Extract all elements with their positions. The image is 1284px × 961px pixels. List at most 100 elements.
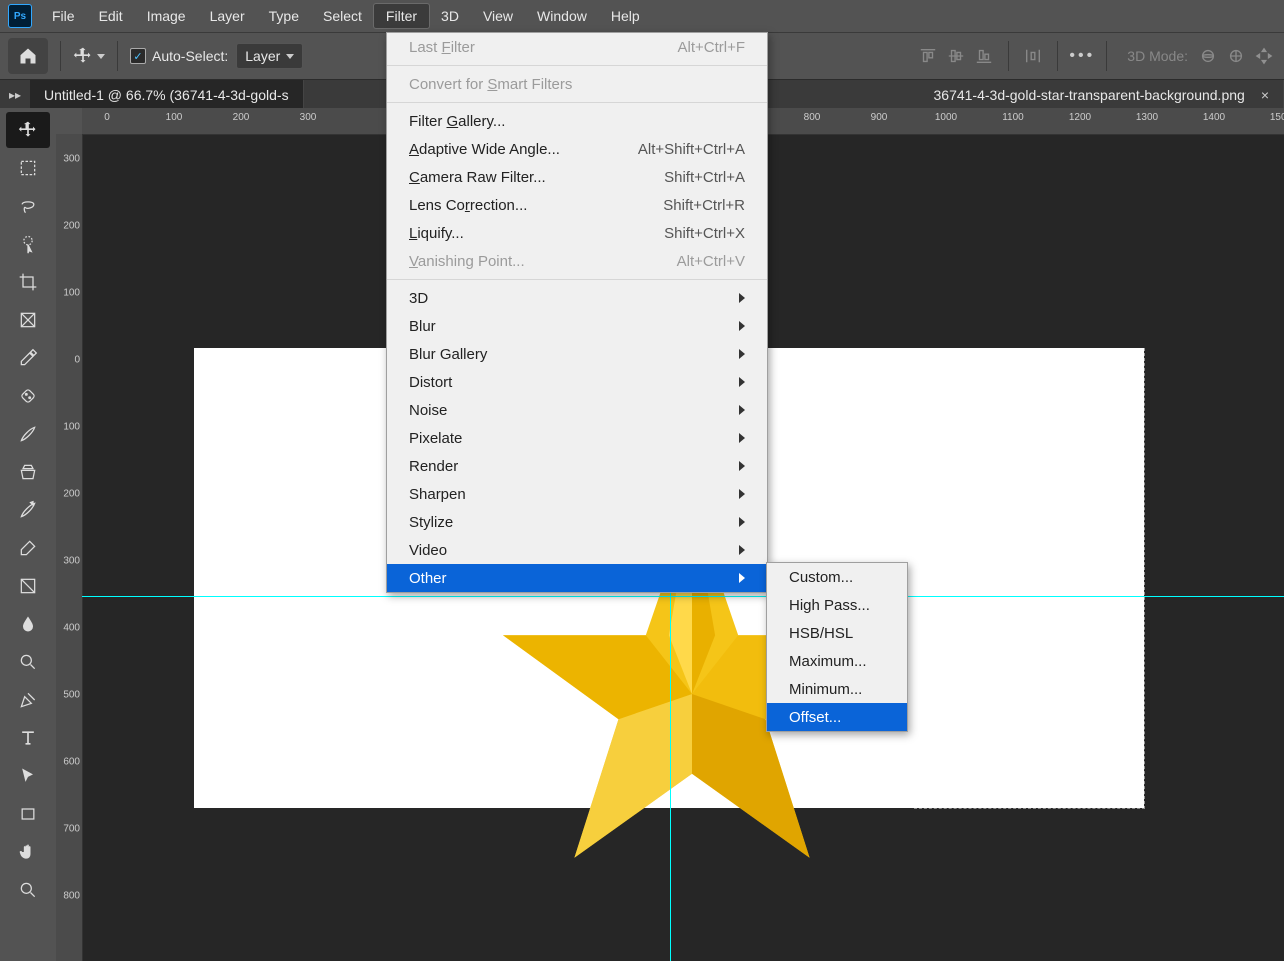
menu-help[interactable]: Help	[599, 4, 652, 28]
menu-image[interactable]: Image	[135, 4, 198, 28]
menu-3d[interactable]: 3D	[429, 4, 471, 28]
menu-item-other[interactable]: Other	[387, 564, 767, 592]
ruler-tick: 200	[58, 489, 82, 500]
menu-window[interactable]: Window	[525, 4, 599, 28]
menu-item-last-filter[interactable]: Last Filter Alt+Ctrl+F	[387, 33, 767, 61]
crop-tool[interactable]	[6, 264, 50, 300]
clone-stamp-tool[interactable]	[6, 454, 50, 490]
ruler-vertical[interactable]: 300 200 100 0 100 200 300 400 500 600 70…	[56, 134, 83, 961]
menu-item-stylize[interactable]: Stylize	[387, 508, 767, 536]
chevron-down-icon	[97, 54, 105, 59]
ruler-tick: 200	[58, 221, 82, 232]
menu-item-filter-gallery[interactable]: Filter Gallery...	[387, 107, 767, 135]
tab-label: 36741-4-3d-gold-star-transparent-backgro…	[934, 87, 1245, 103]
menu-item-convert-smart[interactable]: Convert for Smart Filters	[387, 70, 767, 98]
eraser-tool[interactable]	[6, 530, 50, 566]
menu-file[interactable]: File	[40, 4, 87, 28]
hand-tool[interactable]	[6, 834, 50, 870]
menu-item-noise[interactable]: Noise	[387, 396, 767, 424]
separator	[1106, 41, 1107, 71]
menu-item-blur-gallery[interactable]: Blur Gallery	[387, 340, 767, 368]
menu-item-adaptive-wide-angle[interactable]: Adaptive Wide Angle... Alt+Shift+Ctrl+A	[387, 135, 767, 163]
gradient-tool[interactable]	[6, 568, 50, 604]
menu-item-label: Convert for Smart Filters	[409, 76, 572, 93]
ps-logo-icon: Ps	[8, 4, 32, 28]
menu-item-shortcut: Alt+Shift+Ctrl+A	[608, 141, 745, 158]
menu-item-distort[interactable]: Distort	[387, 368, 767, 396]
distribute-buttons-group	[1021, 45, 1045, 67]
submenu-arrow-icon	[739, 461, 745, 471]
menu-item-maximum[interactable]: Maximum...	[767, 647, 907, 675]
menu-view[interactable]: View	[471, 4, 525, 28]
more-options-button[interactable]: •••	[1070, 45, 1094, 67]
menu-item-3d[interactable]: 3D	[387, 284, 767, 312]
menu-item-hsb-hsl[interactable]: HSB/HSL	[767, 619, 907, 647]
rectangle-tool[interactable]	[6, 796, 50, 832]
ruler-tick: 300	[58, 556, 82, 567]
align-top-button[interactable]	[916, 45, 940, 67]
menu-edit[interactable]: Edit	[87, 4, 135, 28]
auto-select-label: Auto-Select:	[152, 48, 228, 64]
eyedropper-tool[interactable]	[6, 340, 50, 376]
menu-item-liquify[interactable]: Liquify... Shift+Ctrl+X	[387, 219, 767, 247]
ruler-corner	[56, 108, 83, 135]
menu-item-pixelate[interactable]: Pixelate	[387, 424, 767, 452]
menu-item-high-pass[interactable]: High Pass...	[767, 591, 907, 619]
auto-select-target-dropdown[interactable]: Layer	[236, 43, 303, 69]
ruler-tick: 100	[58, 288, 82, 299]
move-tool[interactable]	[6, 112, 50, 148]
distribute-button[interactable]	[1021, 45, 1045, 67]
brush-tool[interactable]	[6, 416, 50, 452]
healing-tool[interactable]	[6, 378, 50, 414]
ruler-tick: 600	[58, 757, 82, 768]
3d-pan-button[interactable]	[1252, 45, 1276, 67]
lasso-tool[interactable]	[6, 188, 50, 224]
home-button[interactable]	[8, 38, 48, 74]
menu-filter[interactable]: Filter	[374, 4, 429, 28]
path-select-tool[interactable]	[6, 758, 50, 794]
menu-item-offset[interactable]: Offset...	[767, 703, 907, 731]
menu-item-vanishing-point[interactable]: Vanishing Point... Alt+Ctrl+V	[387, 247, 767, 275]
ruler-tick: 1300	[1136, 112, 1158, 123]
3d-mode-buttons	[1196, 45, 1276, 67]
filter-menu-dropdown: Last Filter Alt+Ctrl+F Convert for Smart…	[386, 32, 768, 593]
tab-untitled-1[interactable]: Untitled-1 @ 66.7% (36741-4-3d-gold-s	[30, 80, 304, 110]
pen-tool[interactable]	[6, 682, 50, 718]
submenu-arrow-icon	[739, 433, 745, 443]
move-tool-indicator[interactable]	[73, 46, 105, 66]
menu-item-label: Other	[409, 570, 447, 587]
close-icon[interactable]: ×	[1261, 87, 1269, 103]
ruler-tick: 400	[58, 623, 82, 634]
history-brush-tool[interactable]	[6, 492, 50, 528]
move-icon	[73, 46, 93, 66]
align-bottom-button[interactable]	[972, 45, 996, 67]
menu-item-lens-correction[interactable]: Lens Correction... Shift+Ctrl+R	[387, 191, 767, 219]
menu-item-camera-raw[interactable]: Camera Raw Filter... Shift+Ctrl+A	[387, 163, 767, 191]
blur-tool[interactable]	[6, 606, 50, 642]
menu-item-render[interactable]: Render	[387, 452, 767, 480]
zoom-tool[interactable]	[6, 872, 50, 908]
menu-item-label: High Pass...	[789, 597, 870, 614]
align-vcenter-button[interactable]	[944, 45, 968, 67]
type-tool[interactable]	[6, 720, 50, 756]
menu-type[interactable]: Type	[257, 4, 311, 28]
menu-item-minimum[interactable]: Minimum...	[767, 675, 907, 703]
3d-rotate-button[interactable]	[1224, 45, 1248, 67]
menu-item-custom[interactable]: Custom...	[767, 563, 907, 591]
menu-item-blur[interactable]: Blur	[387, 312, 767, 340]
frame-tool[interactable]	[6, 302, 50, 338]
marquee-tool[interactable]	[6, 150, 50, 186]
auto-select-checkbox[interactable]: Auto-Select:	[130, 48, 228, 64]
guide-horizontal[interactable]	[82, 596, 1284, 597]
tab-gold-star-png[interactable]: 36741-4-3d-gold-star-transparent-backgro…	[920, 80, 1284, 110]
menu-layer[interactable]: Layer	[198, 4, 257, 28]
menu-select[interactable]: Select	[311, 4, 374, 28]
menu-item-label: Distort	[409, 374, 452, 391]
menu-item-sharpen[interactable]: Sharpen	[387, 480, 767, 508]
ruler-tick: 800	[804, 112, 821, 123]
quick-select-tool[interactable]	[6, 226, 50, 262]
menu-item-video[interactable]: Video	[387, 536, 767, 564]
3d-orbit-button[interactable]	[1196, 45, 1220, 67]
expand-toolbar-button[interactable]: ▸▸	[0, 80, 30, 110]
dodge-tool[interactable]	[6, 644, 50, 680]
